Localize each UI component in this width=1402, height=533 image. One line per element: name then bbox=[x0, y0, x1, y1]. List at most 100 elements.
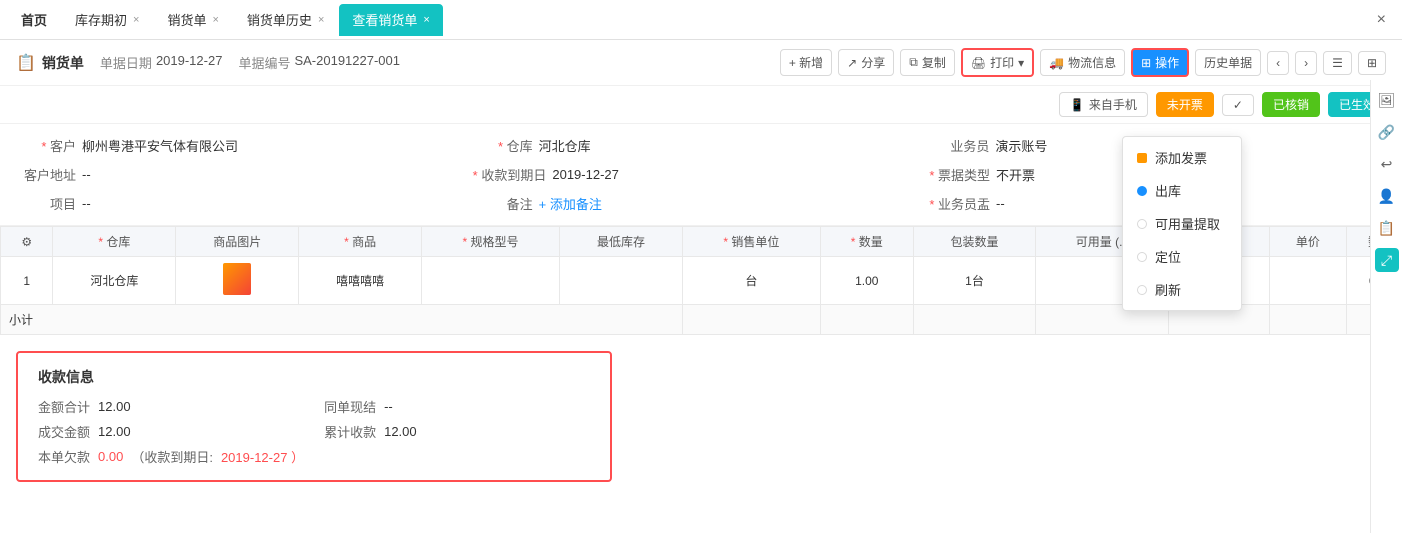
dropdown-add-invoice[interactable]: 添加发票 bbox=[1123, 141, 1241, 174]
locate-label: 定位 bbox=[1155, 247, 1181, 266]
project-value: -- bbox=[82, 196, 91, 211]
summary-box: 收款信息 金额合计 12.00 同单现结 -- 成交金额 12.00 bbox=[16, 351, 612, 482]
doc-number-label: 单据编号 bbox=[238, 53, 290, 72]
tab-history-label: 销货单历史 bbox=[247, 10, 312, 29]
row-image bbox=[176, 257, 299, 305]
tab-home[interactable]: 首页 bbox=[8, 4, 60, 36]
new-button[interactable]: + 新增 bbox=[780, 49, 832, 76]
available-label: 可用量提取 bbox=[1155, 214, 1220, 233]
tab-inventory[interactable]: 库存期初 × bbox=[62, 4, 152, 36]
tab-home-label: 首页 bbox=[21, 10, 47, 29]
customer-value: 柳州粤港平安气体有限公司 bbox=[82, 136, 238, 155]
row-index: 1 bbox=[1, 257, 53, 305]
writeoff-button[interactable]: 已核销 bbox=[1262, 92, 1320, 117]
nav-next-button[interactable]: › bbox=[1295, 51, 1317, 75]
view-grid-button[interactable]: ⊞ bbox=[1358, 51, 1386, 75]
right-sidebar: 🖼 🔗 ↩ 👤 📋 ⤢ bbox=[1370, 80, 1402, 533]
tab-view-sales[interactable]: 查看销货单 × bbox=[339, 4, 442, 36]
address-field: 客户地址 -- bbox=[16, 165, 473, 184]
col-qty: 数量 bbox=[820, 227, 913, 257]
doc-number-value: SA-20191227-001 bbox=[294, 53, 400, 72]
project-label: 项目 bbox=[16, 194, 76, 213]
print-button[interactable]: 🖨 打印 ▾ bbox=[961, 48, 1034, 77]
summary-owed: 本单欠款 0.00 （收款到期日: 2019-12-27 ） bbox=[38, 447, 304, 466]
outbound-icon bbox=[1137, 186, 1147, 196]
print-icon: 🖨 bbox=[971, 56, 986, 70]
share-button[interactable]: ↗ 分享 bbox=[838, 49, 894, 76]
summary-grid: 金额合计 12.00 同单现结 -- 成交金额 12.00 累计收款 12.00 bbox=[38, 397, 590, 466]
confirm-button[interactable]: ✓ bbox=[1222, 94, 1254, 116]
window-close-button[interactable]: × bbox=[1369, 7, 1394, 33]
tab-history-close[interactable]: × bbox=[318, 14, 324, 26]
summary-cashsettle-value: -- bbox=[384, 399, 393, 414]
tab-sales[interactable]: 销货单 × bbox=[154, 4, 231, 36]
tab-sales-close[interactable]: × bbox=[212, 14, 218, 26]
ticket-label: 票据类型 bbox=[929, 165, 990, 184]
row-pack-qty: 1台 bbox=[913, 257, 1036, 305]
available-icon bbox=[1137, 219, 1147, 229]
copy-icon: ⧉ bbox=[909, 55, 918, 70]
summary-owed-value: 0.00 bbox=[98, 449, 123, 464]
tab-inventory-close[interactable]: × bbox=[133, 14, 139, 26]
refresh-icon bbox=[1137, 285, 1147, 295]
copy-button[interactable]: ⧉ 复制 bbox=[900, 49, 955, 76]
doc-date-value: 2019-12-27 bbox=[156, 53, 223, 72]
row-spec bbox=[422, 257, 560, 305]
dropdown-available[interactable]: 可用量提取 bbox=[1123, 207, 1241, 240]
customer-field: 客户 柳州粤港平安气体有限公司 bbox=[16, 136, 473, 155]
nav-prev-button[interactable]: ‹ bbox=[1267, 51, 1289, 75]
doc-date-label: 单据日期 bbox=[100, 53, 152, 72]
subtotal-unit bbox=[682, 305, 820, 335]
view-list-button[interactable]: ☰ bbox=[1323, 51, 1352, 75]
customer-label: 客户 bbox=[16, 136, 76, 155]
tabs-bar: 首页 库存期初 × 销货单 × 销货单历史 × 查看销货单 × × bbox=[0, 0, 1402, 40]
sidebar-link-icon[interactable]: 🔗 bbox=[1375, 120, 1399, 144]
logistics-button[interactable]: 🚚 物流信息 bbox=[1040, 49, 1125, 76]
address-label: 客户地址 bbox=[16, 165, 76, 184]
sidebar-user-icon[interactable]: 👤 bbox=[1375, 184, 1399, 208]
col-price: 单价 bbox=[1269, 227, 1347, 257]
tab-sales-label: 销货单 bbox=[167, 10, 206, 29]
summary-area: 收款信息 金额合计 12.00 同单现结 -- 成交金额 12.00 bbox=[0, 335, 1402, 498]
summary-deal-value: 12.00 bbox=[98, 424, 131, 439]
invoice-status-button[interactable]: 未开票 bbox=[1156, 92, 1214, 117]
summary-title: 收款信息 bbox=[38, 367, 590, 387]
col-spec: 规格型号 bbox=[422, 227, 560, 257]
dropdown-locate[interactable]: 定位 bbox=[1123, 240, 1241, 273]
sidebar-doc-icon[interactable]: 📋 bbox=[1375, 216, 1399, 240]
logistics-icon: 🚚 bbox=[1049, 56, 1064, 70]
note-add-button[interactable]: + 添加备注 bbox=[539, 194, 602, 213]
payment-value: 2019-12-27 bbox=[552, 167, 619, 182]
toolbar: + 新增 ↗ 分享 ⧉ 复制 🖨 打印 ▾ 🚚 物流信息 bbox=[780, 48, 1386, 77]
operation-icon: ⊞ bbox=[1141, 56, 1151, 70]
doc-title-label: 销货单 bbox=[42, 53, 84, 73]
warehouse-label: 仓库 bbox=[473, 136, 533, 155]
dropdown-menu: 添加发票 出库 可用量提取 定位 刷新 bbox=[1122, 136, 1242, 311]
sidebar-image-icon[interactable]: 🖼 bbox=[1375, 88, 1399, 112]
payment-label: 收款到期日 bbox=[473, 165, 547, 184]
dropdown-refresh[interactable]: 刷新 bbox=[1123, 273, 1241, 306]
add-invoice-label: 添加发票 bbox=[1155, 148, 1207, 167]
warehouse-field: 仓库 河北仓库 bbox=[473, 136, 930, 155]
doc-date-group: 单据日期 2019-12-27 bbox=[100, 53, 223, 72]
mobile-button[interactable]: 📱 来自手机 bbox=[1059, 92, 1148, 117]
tab-inventory-label: 库存期初 bbox=[75, 10, 127, 29]
mobile-icon: 📱 bbox=[1070, 98, 1085, 112]
tab-view-sales-close[interactable]: × bbox=[423, 14, 429, 26]
operation-button[interactable]: ⊞ 操作 bbox=[1131, 48, 1189, 77]
summary-collected: 累计收款 12.00 bbox=[324, 422, 590, 441]
row-unit: 台 bbox=[682, 257, 820, 305]
sidebar-expand-icon[interactable]: ⤢ bbox=[1375, 248, 1399, 272]
sidebar-return-icon[interactable]: ↩ bbox=[1375, 152, 1399, 176]
tab-history[interactable]: 销货单历史 × bbox=[234, 4, 337, 36]
dropdown-outbound[interactable]: 出库 bbox=[1123, 174, 1241, 207]
summary-deal: 成交金额 12.00 bbox=[38, 422, 304, 441]
row-product: 嘻嘻嘻嘻 bbox=[299, 257, 422, 305]
doc-icon: 📋 bbox=[16, 53, 36, 73]
locate-icon bbox=[1137, 252, 1147, 262]
project-field: 项目 -- bbox=[16, 194, 473, 213]
summary-deal-label: 成交金额 bbox=[38, 422, 90, 441]
note-field: 备注 + 添加备注 bbox=[473, 194, 930, 213]
history-button[interactable]: 历史单据 bbox=[1195, 49, 1261, 76]
confirm-icon: ✓ bbox=[1233, 98, 1243, 112]
